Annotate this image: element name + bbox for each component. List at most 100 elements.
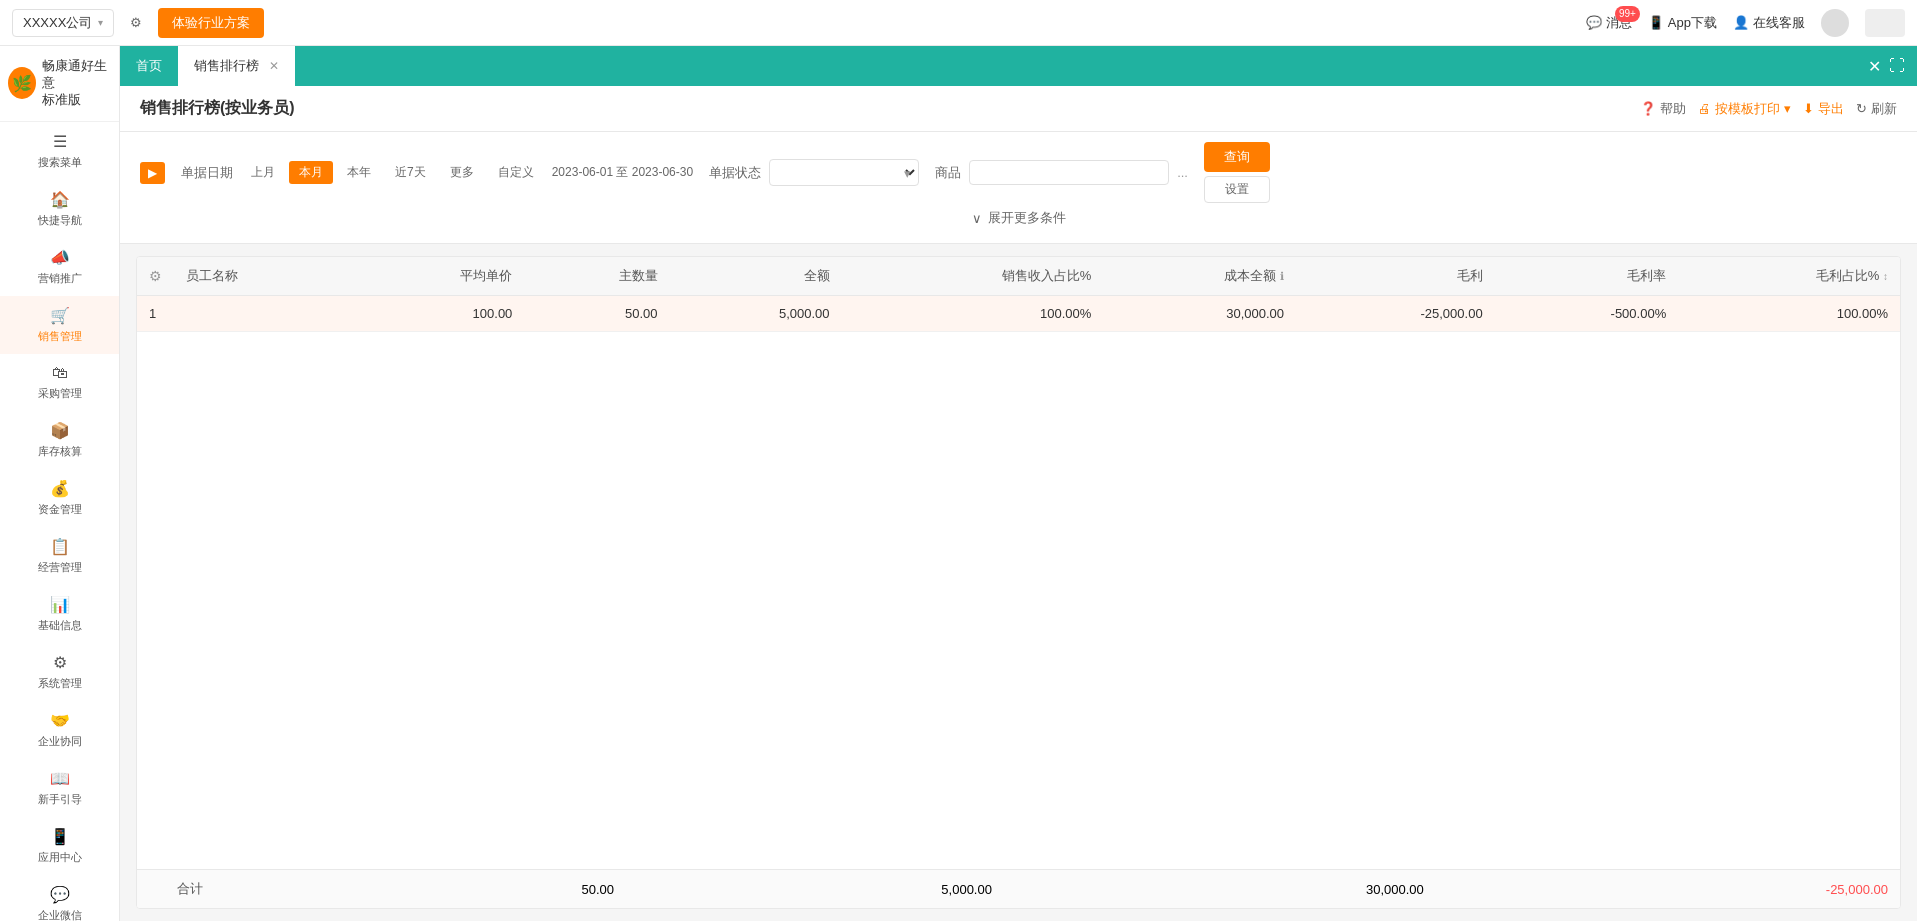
service-icon: 👤 <box>1733 15 1749 30</box>
goods-input[interactable] <box>969 160 1169 185</box>
cost-info-icon[interactable]: ℹ <box>1280 270 1284 282</box>
app-download-btn[interactable]: 📱 App下载 <box>1648 14 1717 32</box>
template-print-btn[interactable]: 🖨 按模板打印 ▾ <box>1698 100 1791 118</box>
online-service-btn[interactable]: 👤 在线客服 <box>1733 14 1805 32</box>
print-dropdown-icon: ▾ <box>1784 101 1791 116</box>
footer-label: 合计 <box>177 880 371 898</box>
date-tab-7days[interactable]: 近7天 <box>385 161 436 184</box>
home-tab-label: 首页 <box>136 57 162 75</box>
sidebar-item-label: 新手引导 <box>38 792 82 807</box>
sidebar-item-label: 应用中心 <box>38 850 82 865</box>
sidebar-item-wechat[interactable]: 💬 企业微信 <box>0 875 119 921</box>
page-actions: ❓ 帮助 🖨 按模板打印 ▾ ⬇ 导出 ↻ 刷新 <box>1640 100 1897 118</box>
sidebar-item-label: 资金管理 <box>38 502 82 517</box>
guide-icon: 📖 <box>50 769 70 788</box>
th-employee: 员工名称 <box>174 257 349 296</box>
tab-close-icon[interactable]: ✕ <box>269 59 279 73</box>
sidebar: 🌿 畅康通好生意 标准版 ☰ 搜索菜单 🏠 快捷导航 📣 营销推广 🛒 销售管理 <box>0 46 120 921</box>
status-label: 单据状态 <box>709 164 761 182</box>
sidebar-logo: 🌿 畅康通好生意 标准版 <box>0 46 119 122</box>
sidebar-item-quick-nav[interactable]: 🏠 快捷导航 <box>0 180 119 238</box>
cell-employee <box>174 296 349 332</box>
chevron-down-icon: ▾ <box>98 17 103 28</box>
date-label: 单据日期 <box>181 164 233 182</box>
date-filter-group: 单据日期 上月 本月 本年 近7天 更多 自定义 2023-06-01 至 20… <box>181 161 693 184</box>
tab-sales-rank[interactable]: 销售排行榜 ✕ <box>178 46 295 86</box>
export-btn[interactable]: ⬇ 导出 <box>1803 100 1844 118</box>
system-icon: ⚙ <box>53 653 67 672</box>
settings-icon-btn[interactable]: ⚙ <box>122 9 150 37</box>
sidebar-item-label: 采购管理 <box>38 386 82 401</box>
th-qty: 主数量 <box>524 257 669 296</box>
arrow-right-icon[interactable]: ▶ <box>140 162 165 184</box>
sidebar-item-basic-info[interactable]: 📊 基础信息 <box>0 585 119 643</box>
mobile-icon: 📱 <box>1648 15 1664 30</box>
expand-more-btn[interactable]: ∨ 展开更多条件 <box>140 203 1897 233</box>
inventory-icon: 📦 <box>50 421 70 440</box>
th-avg-price: 平均单价 <box>349 257 524 296</box>
refresh-btn[interactable]: ↻ 刷新 <box>1856 100 1897 118</box>
app-download-label: App下载 <box>1668 14 1717 32</box>
status-select[interactable] <box>769 159 919 186</box>
avatar[interactable] <box>1821 9 1849 37</box>
sidebar-item-inventory[interactable]: 📦 库存核算 <box>0 411 119 469</box>
cell-avg-price: 100.00 <box>349 296 524 332</box>
date-range: 2023-06-01 至 2023-06-30 <box>552 164 693 181</box>
top-bar-left: XXXXX公司 ▾ ⚙ 体验行业方案 <box>12 8 1586 38</box>
table-container: ⚙ 员工名称 平均单价 主数量 <box>136 256 1901 909</box>
sidebar-item-label: 快捷导航 <box>38 213 82 228</box>
sidebar-item-app-center[interactable]: 📱 应用中心 <box>0 817 119 875</box>
operations-icon: 📋 <box>50 537 70 556</box>
logo-text: 畅康通好生意 标准版 <box>42 58 111 109</box>
sidebar-item-operations[interactable]: 📋 经营管理 <box>0 527 119 585</box>
message-icon: 💬 <box>1586 15 1602 30</box>
help-btn[interactable]: ❓ 帮助 <box>1640 100 1686 118</box>
sidebar-item-sales[interactable]: 🛒 销售管理 <box>0 296 119 354</box>
sidebar-item-collab[interactable]: 🤝 企业协同 <box>0 701 119 759</box>
sidebar-item-label: 销售管理 <box>38 329 82 344</box>
message-button[interactable]: 💬 消息 99+ <box>1586 14 1632 32</box>
finance-icon: 💰 <box>50 479 70 498</box>
tab-maximize-icon[interactable]: ⛶ <box>1889 57 1905 75</box>
table-scroll: ⚙ 员工名称 平均单价 主数量 <box>137 257 1900 869</box>
th-sales-ratio: 销售收入占比% <box>842 257 1104 296</box>
date-tab-custom[interactable]: 自定义 <box>488 161 544 184</box>
footer-cost: 30,000.00 <box>992 880 1424 898</box>
cell-rank: 1 <box>137 296 174 332</box>
company-selector[interactable]: XXXXX公司 ▾ <box>12 9 114 37</box>
query-button[interactable]: 查询 <box>1204 142 1270 172</box>
th-amount: 全额 <box>670 257 842 296</box>
logo-icon: 🌿 <box>8 67 36 99</box>
sort-icon[interactable]: ↕ <box>1883 271 1888 282</box>
goods-filter-group: 商品 ... <box>935 160 1188 185</box>
date-tab-this-year[interactable]: 本年 <box>337 161 381 184</box>
footer-gross: -25,000.00 <box>1424 880 1888 898</box>
footer-amount: 5,000.00 <box>614 880 992 898</box>
sidebar-item-guide[interactable]: 📖 新手引导 <box>0 759 119 817</box>
date-tab-more[interactable]: 更多 <box>440 161 484 184</box>
sidebar-item-search-order[interactable]: ☰ 搜索菜单 <box>0 122 119 180</box>
column-settings-icon[interactable]: ⚙ <box>149 268 162 284</box>
sales-rank-tab-label: 销售排行榜 <box>194 57 259 75</box>
settings-button[interactable]: 设置 <box>1204 176 1270 203</box>
sidebar-item-marketing[interactable]: 📣 营销推广 <box>0 238 119 296</box>
page-title: 销售排行榜(按业务员) <box>140 98 295 119</box>
filter-expand-arrow[interactable]: ▶ <box>140 162 165 184</box>
sidebar-item-system[interactable]: ⚙ 系统管理 <box>0 643 119 701</box>
date-tab-this-month[interactable]: 本月 <box>289 161 333 184</box>
more-filters-dots[interactable]: ... <box>1177 165 1188 180</box>
date-tab-last-month[interactable]: 上月 <box>241 161 285 184</box>
sidebar-item-label: 企业微信 <box>38 908 82 921</box>
th-cost: 成本全额 ℹ <box>1103 257 1296 296</box>
sidebar-item-finance[interactable]: 💰 资金管理 <box>0 469 119 527</box>
tab-close-window-icon[interactable]: ✕ <box>1868 57 1881 76</box>
trial-button[interactable]: 体验行业方案 <box>158 8 264 38</box>
th-gross-ratio: 毛利占比% ↕ <box>1678 257 1900 296</box>
user-name <box>1865 9 1905 37</box>
tab-home[interactable]: 首页 <box>120 46 178 86</box>
page-content: 销售排行榜(按业务员) ❓ 帮助 🖨 按模板打印 ▾ ⬇ 导出 <box>120 86 1917 921</box>
page-header: 销售排行榜(按业务员) ❓ 帮助 🖨 按模板打印 ▾ ⬇ 导出 <box>120 86 1917 132</box>
th-settings: ⚙ <box>137 257 174 296</box>
top-bar-right: 💬 消息 99+ 📱 App下载 👤 在线客服 <box>1586 9 1905 37</box>
sidebar-item-purchase[interactable]: 🛍 采购管理 <box>0 354 119 411</box>
